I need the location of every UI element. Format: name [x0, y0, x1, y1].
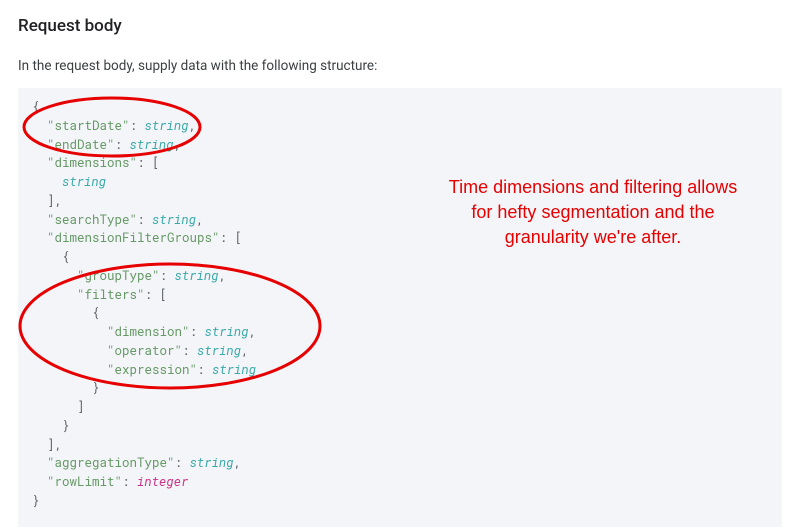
key-dimensions: "dimensions" — [47, 155, 137, 171]
key-groupType: "groupType" — [77, 268, 160, 284]
type-groupType: string — [175, 268, 219, 284]
key-dimension: "dimension" — [107, 324, 190, 340]
key-endDate: "endDate" — [47, 137, 115, 153]
type-aggregationType: string — [190, 455, 234, 471]
type-rowLimit: integer — [137, 474, 188, 490]
key-searchType: "searchType" — [47, 212, 137, 228]
key-filters: "filters" — [77, 287, 145, 303]
key-rowLimit: "rowLimit" — [47, 474, 122, 490]
section-heading: Request body — [18, 16, 782, 36]
key-aggregationType: "aggregationType" — [47, 455, 175, 471]
type-endDate: string — [130, 137, 174, 153]
type-operator: string — [197, 343, 241, 359]
type-startDate: string — [145, 118, 189, 134]
type-searchType: string — [152, 212, 196, 228]
type-dimensions-item: string — [62, 174, 106, 190]
key-dimensionFilterGroups: "dimensionFilterGroups" — [47, 230, 220, 246]
type-dimension: string — [205, 324, 249, 340]
request-body-schema: { "startDate": string, "endDate": string… — [18, 88, 782, 527]
key-startDate: "startDate" — [47, 118, 130, 134]
key-operator: "operator" — [107, 343, 182, 359]
type-expression: string — [212, 362, 256, 378]
key-expression: "expression" — [107, 362, 197, 378]
intro-text: In the request body, supply data with th… — [18, 58, 782, 74]
